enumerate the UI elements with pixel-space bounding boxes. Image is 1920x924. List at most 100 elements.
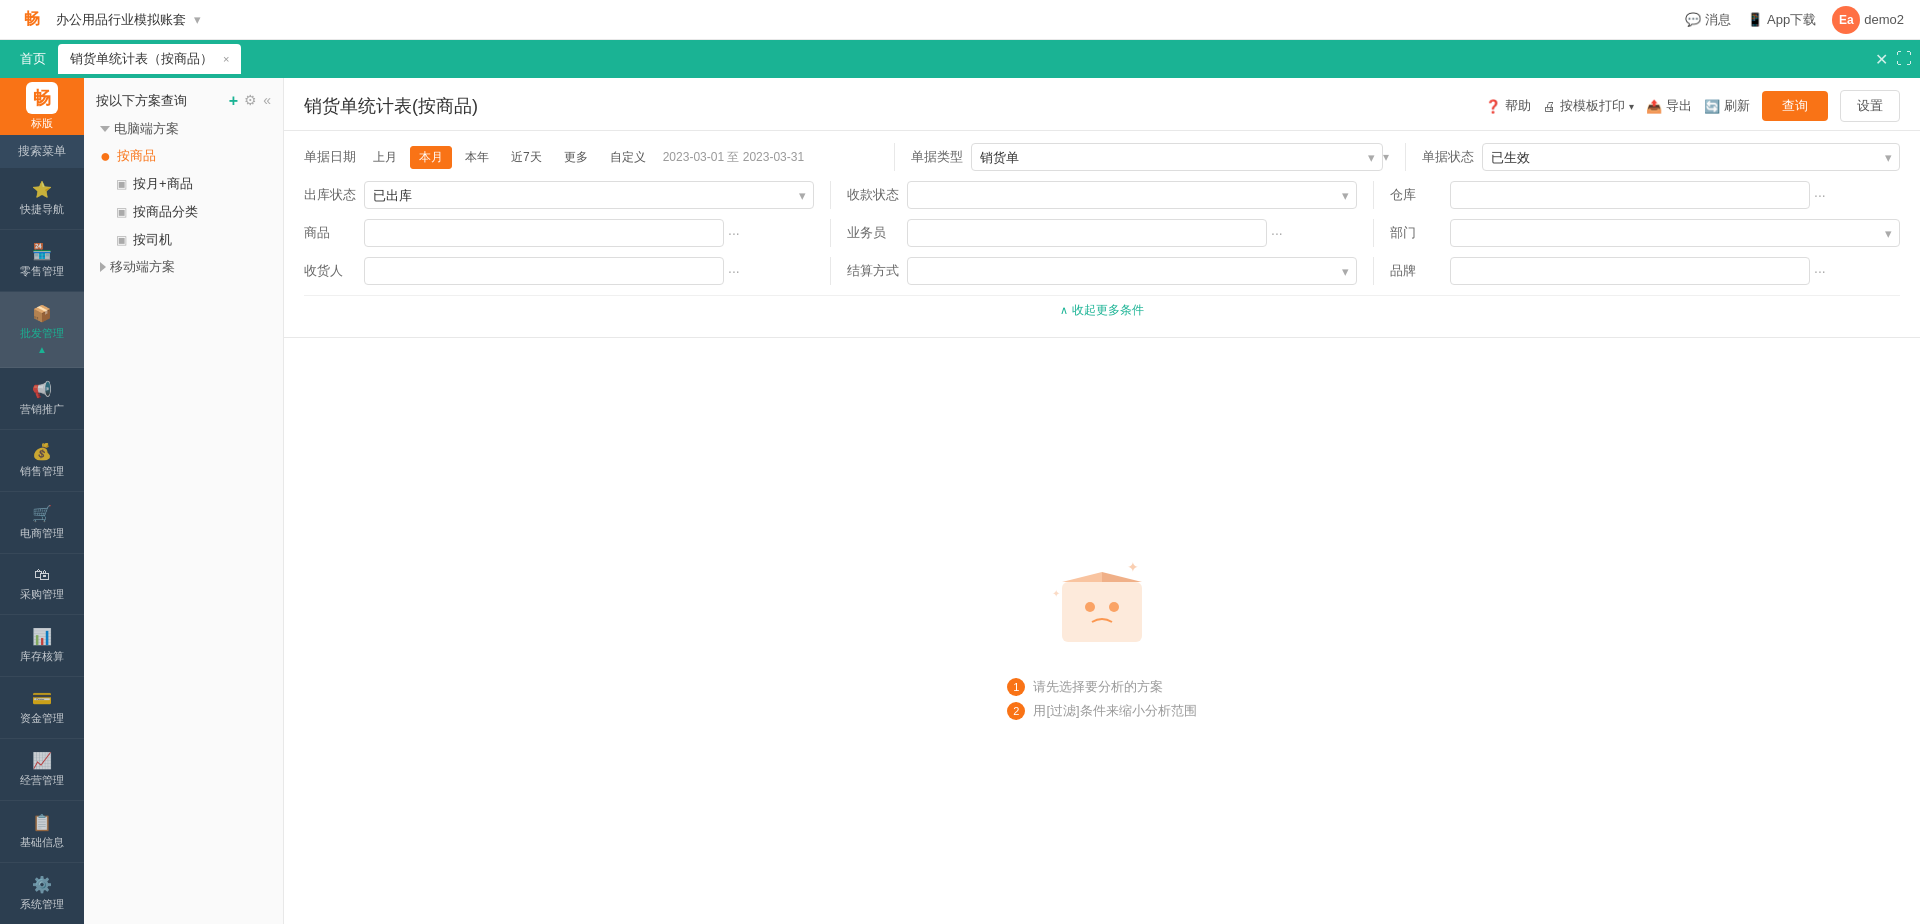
- tab-window-controls: ✕ ⛶: [1875, 50, 1912, 69]
- sidebar-item-operation[interactable]: 📈 经营管理: [0, 739, 84, 801]
- salesperson-more-btn[interactable]: ···: [1271, 225, 1283, 241]
- refresh-btn[interactable]: 🔄 刷新: [1704, 97, 1750, 115]
- recipient-more-btn[interactable]: ···: [728, 263, 740, 279]
- sidebar-item-finance[interactable]: 💳 资金管理: [0, 677, 84, 739]
- filter-item-by-month-product[interactable]: ▣ 按月+商品: [92, 170, 275, 198]
- warehouse-input[interactable]: [1450, 181, 1810, 209]
- brand-more-btn[interactable]: ···: [1814, 263, 1826, 279]
- tab-close-icon[interactable]: ×: [223, 53, 229, 65]
- settings-btn[interactable]: 设置: [1840, 90, 1900, 122]
- filter-field-outstock: 出库状态 已出库: [304, 181, 814, 209]
- divider-1: [894, 143, 895, 171]
- collapse-label: 收起更多条件: [1072, 302, 1144, 319]
- filter-collapse-btn[interactable]: «: [263, 92, 271, 110]
- type-chevron: ▾: [1383, 150, 1389, 164]
- type-select[interactable]: 销货单: [971, 143, 1383, 171]
- app-logo-area: 畅 办公用品行业模拟账套 ▾: [16, 4, 201, 36]
- export-btn[interactable]: 📤 导出: [1646, 97, 1692, 115]
- filter-group-desktop: 电脑端方案 ● 按商品 ▣ 按月+商品 ▣ 按商品分类 ▣ 按司机: [84, 116, 283, 254]
- sidebar-item-quick-nav[interactable]: ⭐ 快捷导航: [0, 168, 84, 230]
- group-expand-icon: [100, 126, 110, 132]
- tip-num-1: 1: [1007, 678, 1025, 696]
- status-select[interactable]: 已生效: [1482, 143, 1900, 171]
- date-custom-btn[interactable]: 自定义: [601, 146, 655, 169]
- recipient-input[interactable]: [364, 257, 724, 285]
- help-btn[interactable]: ❓ 帮助: [1485, 97, 1531, 115]
- product-input[interactable]: [364, 219, 724, 247]
- divider-7: [830, 257, 831, 285]
- date-this-year-btn[interactable]: 本年: [456, 146, 498, 169]
- date-label: 单据日期: [304, 148, 364, 166]
- app-subtitle: 办公用品行业模拟账套: [56, 11, 186, 29]
- group-mobile-title[interactable]: 移动端方案: [92, 254, 275, 280]
- window-max-btn[interactable]: ⛶: [1896, 50, 1912, 69]
- settlement-select[interactable]: [907, 257, 1357, 285]
- sidebar-item-inventory[interactable]: 📊 库存核算: [0, 615, 84, 677]
- filter-field-department: 部门: [1390, 219, 1900, 247]
- empty-tips: 1 请先选择要分析的方案 2 用[过滤]条件来缩小分析范围: [1007, 678, 1196, 720]
- date-more-btn[interactable]: 更多: [555, 146, 597, 169]
- product-control: ···: [364, 219, 814, 247]
- recipient-label: 收货人: [304, 262, 364, 280]
- warehouse-more-btn[interactable]: ···: [1814, 187, 1826, 203]
- operation-icon: 📈: [32, 751, 52, 770]
- tip-num-2: 2: [1007, 702, 1025, 720]
- print-btn[interactable]: 🖨 按模板打印 ▾: [1543, 97, 1634, 115]
- date-this-month-btn[interactable]: 本月: [410, 146, 452, 169]
- page-title-bar: 销货单统计表(按商品) ❓ 帮助 🖨 按模板打印 ▾ 📤 导出: [284, 78, 1920, 131]
- settlement-control: [907, 257, 1357, 285]
- collapse-conditions-btn[interactable]: ∧ 收起更多条件: [304, 295, 1900, 325]
- page-title: 销货单统计表(按商品): [304, 94, 478, 118]
- group-desktop-title[interactable]: 电脑端方案: [92, 116, 275, 142]
- sidebar-item-system[interactable]: ⚙️ 系统管理: [0, 863, 84, 924]
- sidebar-item-purchase[interactable]: 🛍 采购管理: [0, 554, 84, 615]
- filter-settings-btn[interactable]: ⚙: [244, 92, 257, 110]
- main-content: 销货单统计表(按商品) ❓ 帮助 🖨 按模板打印 ▾ 📤 导出: [284, 78, 1920, 924]
- empty-tip-1: 1 请先选择要分析的方案: [1007, 678, 1196, 696]
- sidebar-item-marketing[interactable]: 📢 营销推广: [0, 368, 84, 430]
- empty-state: ✦ ✦ 1 请先选择要分析的方案 2 用[过滤]条件来缩小分析范围: [284, 338, 1920, 924]
- sidebar-logo-icon: 畅: [26, 82, 58, 114]
- by-product-icon: ●: [100, 147, 111, 165]
- sidebar-item-wholesale[interactable]: 📦 批发管理 ▲: [0, 292, 84, 368]
- user-menu[interactable]: Ea demo2: [1832, 6, 1904, 34]
- salesperson-input[interactable]: [907, 219, 1267, 247]
- filter-add-btn[interactable]: +: [229, 92, 238, 110]
- tab-active[interactable]: 销货单统计表（按商品） ×: [58, 44, 241, 74]
- filter-item-by-driver[interactable]: ▣ 按司机: [92, 226, 275, 254]
- tab-home[interactable]: 首页: [8, 44, 58, 74]
- brand-control: ···: [1450, 257, 1900, 285]
- sidebar-item-ecommerce[interactable]: 🛒 电商管理: [0, 492, 84, 554]
- payment-select[interactable]: [907, 181, 1357, 209]
- dropdown-arrow[interactable]: ▾: [194, 12, 201, 27]
- window-close-btn[interactable]: ✕: [1875, 50, 1888, 69]
- date-7days-btn[interactable]: 近7天: [502, 146, 551, 169]
- tip-text-2: 用[过滤]条件来缩小分析范围: [1033, 702, 1196, 720]
- department-label: 部门: [1390, 224, 1450, 242]
- message-btn[interactable]: 💬 消息: [1685, 11, 1731, 29]
- date-last-month-btn[interactable]: 上月: [364, 146, 406, 169]
- filter-item-by-category[interactable]: ▣ 按商品分类: [92, 198, 275, 226]
- outstock-select[interactable]: 已出库: [364, 181, 814, 209]
- filter-panel-icons: + ⚙ «: [229, 92, 271, 110]
- help-icon: ❓: [1485, 99, 1501, 114]
- empty-tip-2: 2 用[过滤]条件来缩小分析范围: [1007, 702, 1196, 720]
- tab-active-label: 销货单统计表（按商品）: [70, 50, 213, 68]
- divider-8: [1373, 257, 1374, 285]
- sidebar-item-retail[interactable]: 🏪 零售管理: [0, 230, 84, 292]
- filter-field-warehouse: 仓库 ···: [1390, 181, 1900, 209]
- product-more-btn[interactable]: ···: [728, 225, 740, 241]
- filter-item-by-product[interactable]: ● 按商品: [92, 142, 275, 170]
- warehouse-label: 仓库: [1390, 186, 1450, 204]
- sidebar-search-area[interactable]: 搜索菜单: [0, 135, 84, 168]
- sidebar-item-sales[interactable]: 💰 销售管理: [0, 430, 84, 492]
- sidebar: 畅 标版 搜索菜单 ⭐ 快捷导航 🏪 零售管理 📦 批发管理 ▲ 📢 营销推广 …: [0, 78, 84, 924]
- app-download-btn[interactable]: 📱 App下载: [1747, 11, 1816, 29]
- sidebar-logo: 畅 标版: [0, 78, 84, 135]
- tip-text-1: 请先选择要分析的方案: [1033, 678, 1163, 696]
- brand-input[interactable]: [1450, 257, 1810, 285]
- sidebar-item-basic[interactable]: 📋 基础信息: [0, 801, 84, 863]
- query-btn[interactable]: 查询: [1762, 91, 1828, 121]
- ecommerce-icon: 🛒: [32, 504, 52, 523]
- department-select[interactable]: [1450, 219, 1900, 247]
